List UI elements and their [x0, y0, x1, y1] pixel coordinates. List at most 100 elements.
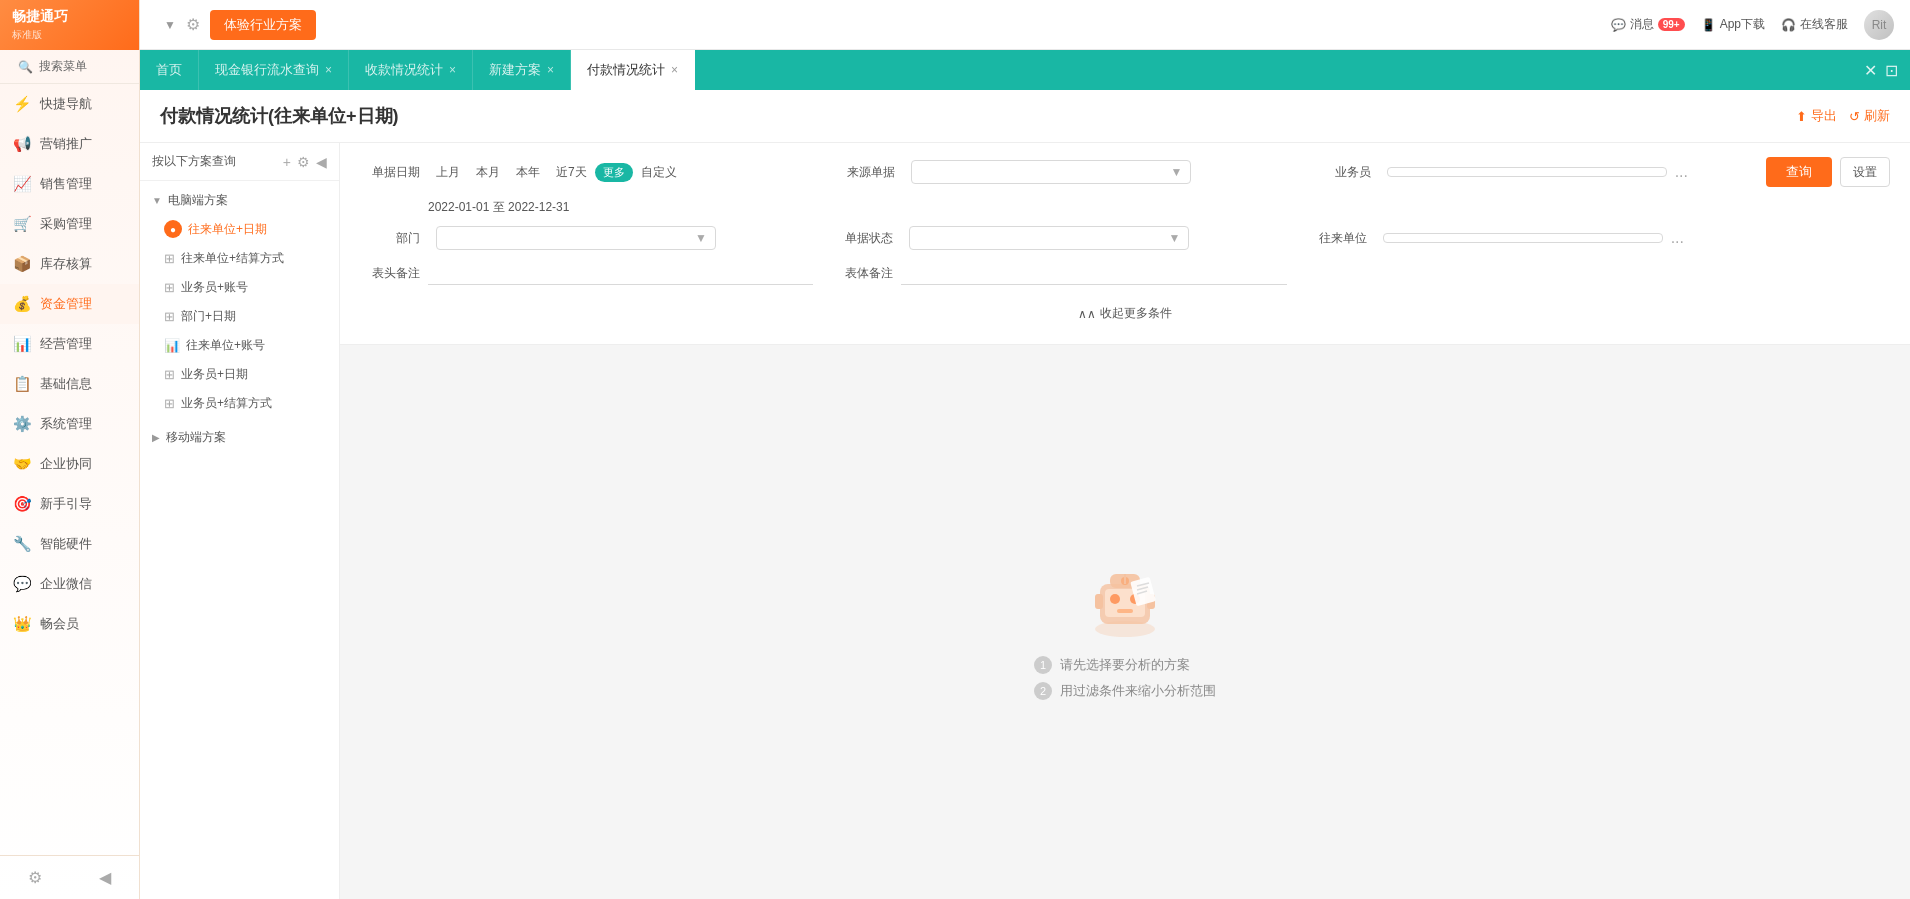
- scheme-item-staff-account[interactable]: ⊞ 业务员+账号: [140, 273, 339, 302]
- salesperson-dots[interactable]: ...: [1675, 163, 1688, 181]
- sidebar-item-hardware[interactable]: 🔧 智能硬件: [0, 524, 139, 564]
- tab-new-scheme-close[interactable]: ×: [547, 63, 554, 77]
- tab-home-label: 首页: [156, 61, 182, 79]
- sidebar-item-label: 畅会员: [40, 615, 79, 633]
- scheme-item-staff-settle[interactable]: ⊞ 业务员+结算方式: [140, 389, 339, 418]
- tab-maximize-icon[interactable]: ⊡: [1885, 61, 1898, 80]
- this-month-btn[interactable]: 本月: [468, 161, 508, 184]
- app-download-btn[interactable]: 📱 App下载: [1701, 16, 1765, 33]
- last-7days-btn[interactable]: 近7天: [548, 161, 595, 184]
- logo-sub: 标准版: [12, 28, 68, 42]
- tab-new-scheme[interactable]: 新建方案 ×: [473, 50, 571, 90]
- body-note-input[interactable]: [901, 262, 1286, 285]
- query-btn[interactable]: 查询: [1766, 157, 1832, 187]
- service-icon: 🎧: [1781, 18, 1796, 32]
- pc-group-header[interactable]: ▼ 电脑端方案: [140, 187, 339, 214]
- sidebar: 畅捷通巧 标准版 🔍 搜索菜单 ⚡ 快捷导航 📢 营销推广 📈 销售管理 🛒 采…: [0, 0, 140, 899]
- partner-select[interactable]: [1383, 233, 1663, 243]
- tab-close-all-icon[interactable]: ✕: [1864, 61, 1877, 80]
- sidebar-item-label: 资金管理: [40, 295, 92, 313]
- this-year-btn[interactable]: 本年: [508, 161, 548, 184]
- mobile-group-header[interactable]: ▶ 移动端方案: [140, 424, 339, 451]
- tab-bank-flow[interactable]: 现金银行流水查询 ×: [199, 50, 349, 90]
- bill-status-select[interactable]: ▼: [909, 226, 1189, 250]
- scheme-item-partner-account[interactable]: 📊 往来单位+账号: [140, 331, 339, 360]
- tab-receipt-stats[interactable]: 收款情况统计 ×: [349, 50, 473, 90]
- sidebar-item-guide[interactable]: 🎯 新手引导: [0, 484, 139, 524]
- sidebar-item-system[interactable]: ⚙️ 系统管理: [0, 404, 139, 444]
- dept-select[interactable]: ▼: [436, 226, 716, 250]
- svg-rect-5: [1117, 609, 1133, 613]
- source-bill-select[interactable]: ▼: [911, 160, 1191, 184]
- user-avatar[interactable]: Rit: [1864, 10, 1894, 40]
- main-area: ▼ ⚙ 体验行业方案 💬 消息 99+ 📱 App下载 🎧 在线客服 Rit: [140, 0, 1910, 899]
- last-month-btn[interactable]: 上月: [428, 161, 468, 184]
- filter-area: 单据日期 上月 本月 本年 近7天 更多 自定义 来源单据: [340, 143, 1910, 345]
- search-menu-label: 搜索菜单: [39, 58, 87, 75]
- tab-bank-flow-close[interactable]: ×: [325, 63, 332, 77]
- scheme-panel-header-text: 按以下方案查询: [152, 153, 236, 170]
- notice-btn[interactable]: 💬 消息 99+: [1611, 16, 1685, 33]
- mobile-group-arrow: ▶: [152, 432, 160, 443]
- scheme-item-icon: 📊: [164, 338, 180, 353]
- sidebar-item-marketing[interactable]: 📢 营销推广: [0, 124, 139, 164]
- sidebar-settings-btn[interactable]: ⚙: [20, 864, 50, 891]
- scheme-add-btn[interactable]: +: [283, 154, 291, 170]
- sidebar-item-basic[interactable]: 📋 基础信息: [0, 364, 139, 404]
- scheme-item-staff-date[interactable]: ⊞ 业务员+日期: [140, 360, 339, 389]
- sidebar-item-finance[interactable]: 💰 资金管理: [0, 284, 139, 324]
- sidebar-item-quick-nav[interactable]: ⚡ 快捷导航: [0, 84, 139, 124]
- sidebar-item-member[interactable]: 👑 畅会员: [0, 604, 139, 644]
- finance-icon: 💰: [12, 294, 32, 314]
- tab-bank-flow-label: 现金银行流水查询: [215, 61, 319, 79]
- header-note-input[interactable]: [428, 262, 813, 285]
- quick-nav-icon: ⚡: [12, 94, 32, 114]
- scheme-item-label: 往来单位+账号: [186, 337, 265, 354]
- refresh-label: 刷新: [1864, 107, 1890, 125]
- refresh-btn[interactable]: ↺ 刷新: [1849, 107, 1890, 125]
- sidebar-item-purchase[interactable]: 🛒 采购管理: [0, 204, 139, 244]
- collapse-btn[interactable]: ∧∧ 收起更多条件: [360, 297, 1890, 330]
- scheme-item-partner-date[interactable]: ● 往来单位+日期: [140, 214, 339, 244]
- scheme-item-label: 部门+日期: [181, 308, 236, 325]
- hardware-icon: 🔧: [12, 534, 32, 554]
- tab-payment-stats-close[interactable]: ×: [671, 63, 678, 77]
- scheme-item-icon: ⊞: [164, 251, 175, 266]
- sidebar-item-sales[interactable]: 📈 销售管理: [0, 164, 139, 204]
- topbar-settings-icon[interactable]: ⚙: [186, 15, 200, 34]
- wecom-icon: 💬: [12, 574, 32, 594]
- tab-payment-stats-label: 付款情况统计: [587, 61, 665, 79]
- export-icon: ⬆: [1796, 109, 1807, 124]
- scheme-item-label: 往来单位+日期: [188, 221, 267, 238]
- tab-home[interactable]: 首页: [140, 50, 199, 90]
- scheme-panel: 按以下方案查询 + ⚙ ◀ ▼ 电脑端方案 ● 往来单位+日期: [140, 143, 340, 899]
- sidebar-item-inventory[interactable]: 📦 库存核算: [0, 244, 139, 284]
- scheme-collapse-btn[interactable]: ◀: [316, 154, 327, 170]
- tab-receipt-stats-close[interactable]: ×: [449, 63, 456, 77]
- service-btn[interactable]: 🎧 在线客服: [1781, 16, 1848, 33]
- sidebar-item-operation[interactable]: 📊 经营管理: [0, 324, 139, 364]
- sidebar-item-wecom[interactable]: 💬 企业微信: [0, 564, 139, 604]
- search-menu[interactable]: 🔍 搜索菜单: [0, 50, 139, 84]
- partner-dots[interactable]: ...: [1671, 229, 1684, 247]
- export-btn[interactable]: ⬆ 导出: [1796, 107, 1837, 125]
- notice-icon: 💬: [1611, 18, 1626, 32]
- member-icon: 👑: [12, 614, 32, 634]
- notice-label: 消息: [1630, 16, 1654, 33]
- sidebar-collapse-btn[interactable]: ◀: [91, 864, 119, 891]
- user-dropdown-arrow[interactable]: ▼: [164, 18, 176, 32]
- salesperson-label: 业务员: [1311, 164, 1371, 181]
- salesperson-select[interactable]: [1387, 167, 1667, 177]
- scheme-item-label: 业务员+账号: [181, 279, 248, 296]
- sidebar-item-enterprise[interactable]: 🤝 企业协同: [0, 444, 139, 484]
- topbar-left: ▼ ⚙ 体验行业方案: [156, 10, 1611, 40]
- filter-settings-btn[interactable]: 设置: [1840, 157, 1890, 187]
- trial-btn[interactable]: 体验行业方案: [210, 10, 316, 40]
- scheme-item-dept-date[interactable]: ⊞ 部门+日期: [140, 302, 339, 331]
- custom-date-btn[interactable]: 自定义: [633, 161, 685, 184]
- more-date-btn[interactable]: 更多: [595, 163, 633, 182]
- tab-payment-stats[interactable]: 付款情况统计 ×: [571, 50, 695, 90]
- scheme-settings-btn[interactable]: ⚙: [297, 154, 310, 170]
- scheme-header-actions: + ⚙ ◀: [283, 154, 327, 170]
- scheme-item-partner-settle[interactable]: ⊞ 往来单位+结算方式: [140, 244, 339, 273]
